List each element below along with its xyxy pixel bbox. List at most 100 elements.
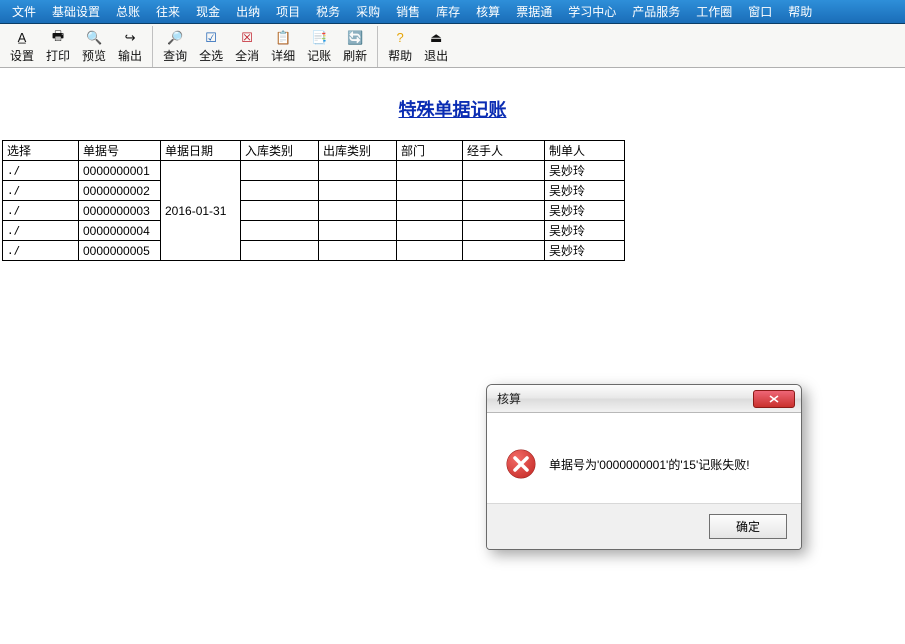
menu-item[interactable]: 文件 [4, 0, 44, 23]
menu-bar: 文件基础设置总账往来现金出纳项目税务采购销售库存核算票据通学习中心产品服务工作圈… [0, 0, 905, 24]
全选-icon: ☑ [203, 30, 219, 46]
column-header: 选择 [3, 141, 79, 161]
toolbar-button-详细[interactable]: 📋详细 [265, 26, 301, 67]
输出-icon: ↪ [122, 30, 138, 46]
menu-item[interactable]: 库存 [428, 0, 468, 23]
menu-item[interactable]: 总账 [108, 0, 148, 23]
table-header-row: 选择单据号单据日期入库类别出库类别部门经手人制单人 [3, 141, 625, 161]
cell [397, 181, 463, 201]
menu-item[interactable]: 窗口 [740, 0, 780, 23]
cell: ./ [3, 181, 79, 201]
cell [397, 241, 463, 261]
table-row[interactable]: ./0000000004吴妙玲 [3, 221, 625, 241]
cell [319, 181, 397, 201]
menu-item[interactable]: 学习中心 [560, 0, 624, 23]
dialog-body: 单据号为'0000000001'的'15'记账失败! [487, 413, 801, 503]
column-header: 入库类别 [241, 141, 319, 161]
cell: 0000000003 [79, 201, 161, 221]
dialog-titlebar[interactable]: 核算 [487, 385, 801, 413]
帮助-icon: ? [392, 30, 408, 46]
cell [463, 161, 545, 181]
全消-icon: ☒ [239, 30, 255, 46]
cell: 0000000005 [79, 241, 161, 261]
cell [241, 221, 319, 241]
column-header: 制单人 [545, 141, 625, 161]
toolbar: A̲设置🖶打印🔍预览↪输出🔎查询☑全选☒全消📋详细📑记账🔄刷新?帮助⏏退出 [0, 24, 905, 68]
cell: ./ [3, 241, 79, 261]
toolbar-button-刷新[interactable]: 🔄刷新 [337, 26, 373, 67]
toolbar-button-预览[interactable]: 🔍预览 [76, 26, 112, 67]
toolbar-button-输出[interactable]: ↪输出 [112, 26, 148, 67]
menu-item[interactable]: 销售 [388, 0, 428, 23]
详细-icon: 📋 [275, 30, 291, 46]
预览-icon: 🔍 [86, 30, 102, 46]
cell: 吴妙玲 [545, 181, 625, 201]
cell: ./ [3, 201, 79, 221]
cell [463, 181, 545, 201]
dialog-close-button[interactable] [753, 390, 795, 408]
刷新-icon: 🔄 [347, 30, 363, 46]
menu-item[interactable]: 税务 [308, 0, 348, 23]
toolbar-button-label: 设置 [10, 47, 34, 64]
column-header: 经手人 [463, 141, 545, 161]
cell [397, 221, 463, 241]
cell: ./ [3, 221, 79, 241]
toolbar-button-label: 详细 [271, 47, 295, 64]
cell: 0000000002 [79, 181, 161, 201]
cell [397, 201, 463, 221]
menu-item[interactable]: 项目 [268, 0, 308, 23]
column-header: 单据号 [79, 141, 161, 161]
toolbar-button-label: 预览 [82, 47, 106, 64]
toolbar-button-全消[interactable]: ☒全消 [229, 26, 265, 67]
toolbar-button-退出[interactable]: ⏏退出 [418, 26, 454, 67]
toolbar-button-设置[interactable]: A̲设置 [4, 26, 40, 67]
cell [463, 241, 545, 261]
table-row[interactable]: ./0000000005 吴妙玲 [3, 241, 625, 261]
toolbar-button-label: 全选 [199, 47, 223, 64]
table-row[interactable]: ./0000000002 吴妙玲 [3, 181, 625, 201]
cell: 吴妙玲 [545, 221, 625, 241]
toolbar-button-记账[interactable]: 📑记账 [301, 26, 337, 67]
cell [463, 201, 545, 221]
menu-item[interactable]: 往来 [148, 0, 188, 23]
menu-item[interactable]: 工作圈 [688, 0, 740, 23]
cell: 0000000001 [79, 161, 161, 181]
close-icon [769, 395, 779, 403]
toolbar-button-帮助[interactable]: ?帮助 [382, 26, 418, 67]
toolbar-button-查询[interactable]: 🔎查询 [157, 26, 193, 67]
menu-item[interactable]: 产品服务 [624, 0, 688, 23]
menu-item[interactable]: 采购 [348, 0, 388, 23]
toolbar-button-label: 查询 [163, 47, 187, 64]
cell: 吴妙玲 [545, 161, 625, 181]
menu-item[interactable]: 帮助 [780, 0, 820, 23]
table-row[interactable]: ./00000000012016-01-31吴妙玲 [3, 161, 625, 181]
toolbar-button-全选[interactable]: ☑全选 [193, 26, 229, 67]
设置-icon: A̲ [14, 30, 30, 46]
cell-date: 2016-01-31 [161, 161, 241, 261]
error-icon [505, 448, 537, 480]
page-title: 特殊单据记账 [399, 100, 507, 120]
cell: 吴妙玲 [545, 241, 625, 261]
toolbar-group: ?帮助⏏退出 [382, 26, 458, 67]
cell [319, 201, 397, 221]
dialog-footer: 确定 [487, 503, 801, 549]
data-table: 选择单据号单据日期入库类别出库类别部门经手人制单人 ./000000000120… [2, 140, 625, 261]
打印-icon: 🖶 [50, 30, 66, 46]
cell [241, 201, 319, 221]
toolbar-button-label: 记账 [307, 47, 331, 64]
menu-item[interactable]: 基础设置 [44, 0, 108, 23]
menu-item[interactable]: 票据通 [508, 0, 560, 23]
ok-button[interactable]: 确定 [709, 514, 787, 539]
cell [319, 221, 397, 241]
menu-item[interactable]: 核算 [468, 0, 508, 23]
table-row[interactable]: ./0000000003吴妙玲 [3, 201, 625, 221]
cell [463, 221, 545, 241]
menu-item[interactable]: 出纳 [228, 0, 268, 23]
cell [241, 181, 319, 201]
message-dialog: 核算 单据号为'0000000001'的'15'记账失败! 确定 [486, 384, 802, 550]
menu-item[interactable]: 现金 [188, 0, 228, 23]
cell [319, 241, 397, 261]
column-header: 部门 [397, 141, 463, 161]
toolbar-button-打印[interactable]: 🖶打印 [40, 26, 76, 67]
记账-icon: 📑 [311, 30, 327, 46]
